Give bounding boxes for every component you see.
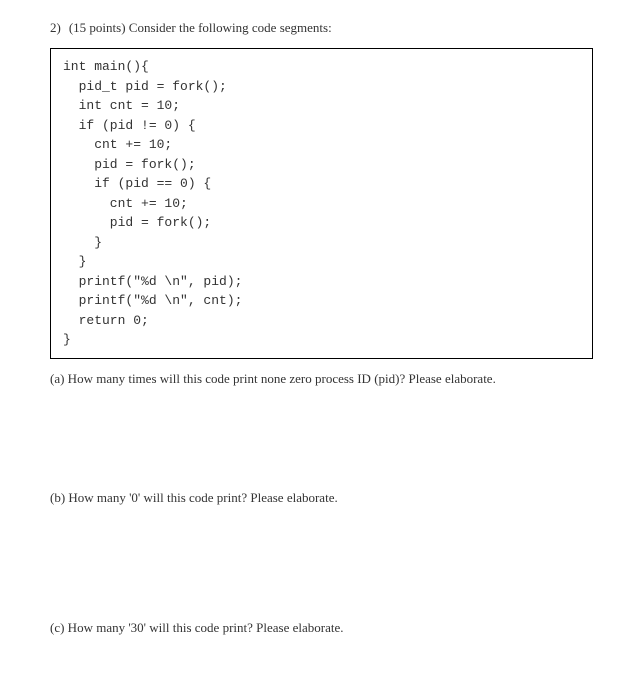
question-header: 2) (15 points) Consider the following co… bbox=[50, 20, 593, 36]
sub-question-c: (c) How many '30' will this code print? … bbox=[50, 618, 593, 638]
sub-question-a: (a) How many times will this code print … bbox=[50, 369, 593, 389]
question-number: 2) bbox=[50, 20, 61, 36]
sub-question-b: (b) How many '0' will this code print? P… bbox=[50, 488, 593, 508]
code-block: int main(){ pid_t pid = fork(); int cnt … bbox=[50, 48, 593, 359]
question-points: (15 points) Consider the following code … bbox=[69, 20, 332, 36]
